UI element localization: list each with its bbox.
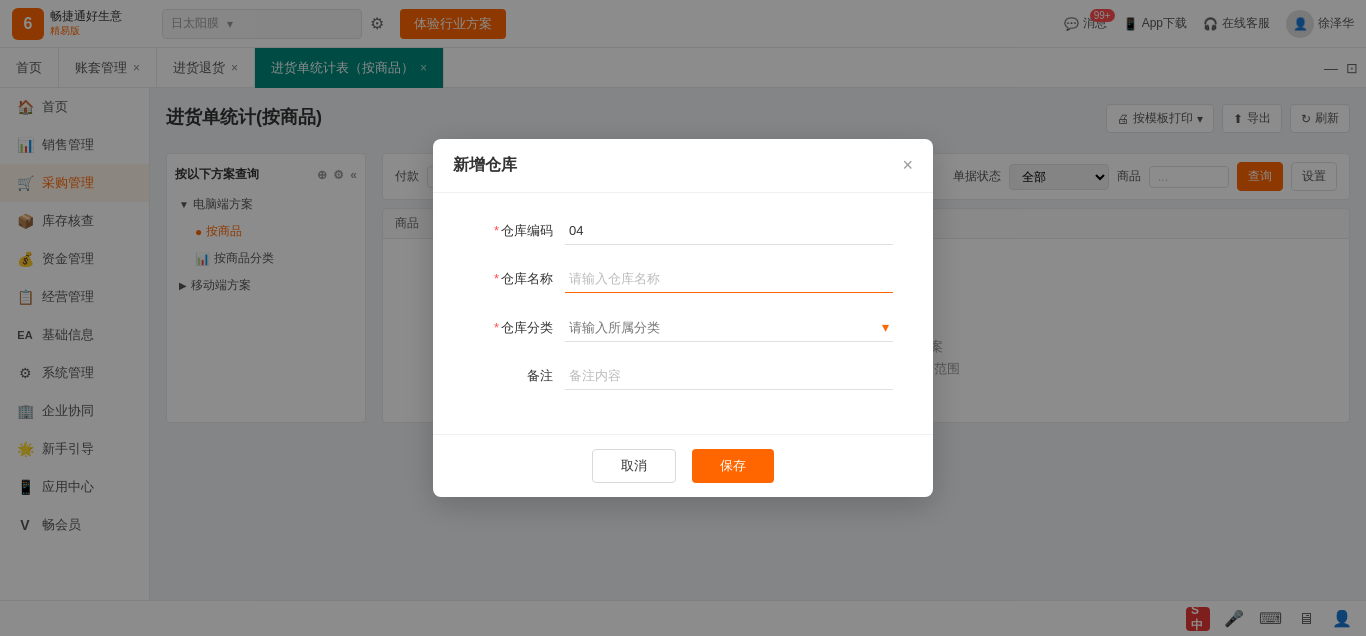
- dialog-close-icon[interactable]: ×: [902, 155, 913, 176]
- name-label: 仓库名称: [473, 270, 553, 288]
- new-warehouse-dialog: 新增仓库 × 仓库编码 仓库名称 仓库分类 ▾: [433, 139, 933, 497]
- form-row-name: 仓库名称: [473, 265, 893, 293]
- form-row-note: 备注: [473, 362, 893, 390]
- note-label: 备注: [473, 367, 553, 385]
- dropdown-arrow-icon: ▾: [882, 319, 889, 335]
- form-row-category: 仓库分类 ▾: [473, 313, 893, 342]
- note-input[interactable]: [565, 362, 893, 390]
- dialog-footer: 取消 保存: [433, 434, 933, 497]
- name-input[interactable]: [565, 265, 893, 293]
- code-input[interactable]: [565, 217, 893, 245]
- form-row-code: 仓库编码: [473, 217, 893, 245]
- code-label: 仓库编码: [473, 222, 553, 240]
- category-select[interactable]: ▾: [565, 313, 893, 342]
- dialog-header: 新增仓库 ×: [433, 139, 933, 193]
- category-label: 仓库分类: [473, 319, 553, 337]
- cancel-button[interactable]: 取消: [592, 449, 676, 483]
- dialog-title: 新增仓库: [453, 155, 517, 176]
- dialog-body: 仓库编码 仓库名称 仓库分类 ▾ 备注: [433, 193, 933, 434]
- category-input[interactable]: [569, 320, 882, 335]
- save-button[interactable]: 保存: [692, 449, 774, 483]
- dialog-overlay[interactable]: 新增仓库 × 仓库编码 仓库名称 仓库分类 ▾: [0, 0, 1366, 636]
